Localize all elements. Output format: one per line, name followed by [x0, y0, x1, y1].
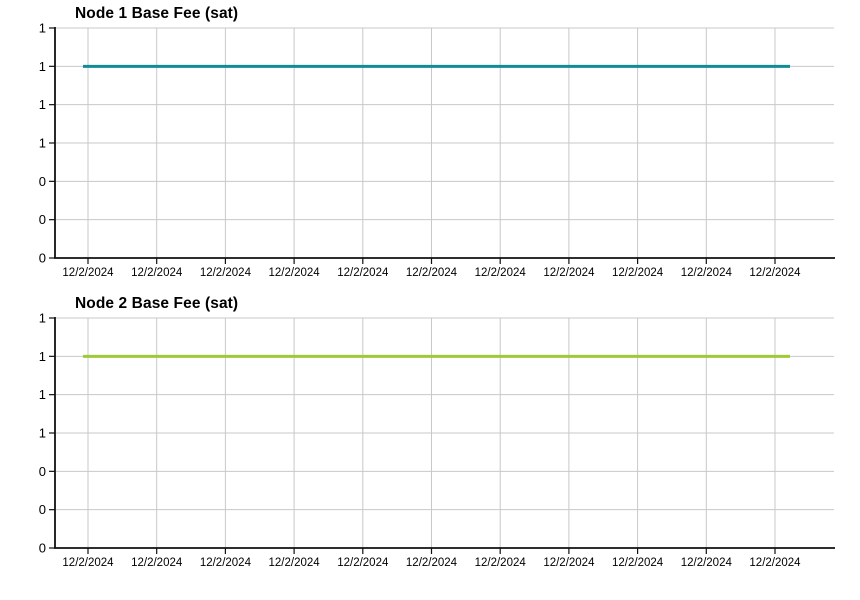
x-tick-label: 12/2/2024	[337, 557, 389, 569]
y-tick-label: 0	[39, 541, 46, 556]
node2-base-fee-plot: 1 1 1 1 0 0 0 12/2/2024 12/2/2024 12/2/2024 12/2/2…	[0, 290, 860, 580]
base-fee-report-page: Node 1 Base Fee (sat) 111100012/2/202412…	[0, 0, 860, 600]
y-tick-label: 1	[39, 21, 46, 36]
x-tick-label: 12/2/2024	[749, 557, 801, 569]
y-tick-label: 0	[39, 251, 46, 266]
x-tick-label: 12/2/2024	[62, 557, 114, 569]
x-tick-label: 12/2/2024	[131, 267, 183, 279]
y-tick-label: 1	[39, 311, 46, 326]
y-tick-label: 1	[39, 349, 46, 364]
x-tick-label: 12/2/2024	[337, 267, 389, 279]
x-tick-label: 12/2/2024	[62, 267, 114, 279]
x-tick-label: 12/2/2024	[269, 267, 321, 279]
x-tick-label: 12/2/2024	[681, 267, 733, 279]
x-tick-label: 12/2/2024	[543, 267, 595, 279]
y-tick-label: 0	[39, 212, 46, 227]
x-tick-label: 12/2/2024	[406, 267, 458, 279]
y-tick-label: 0	[39, 464, 46, 479]
x-tick-label: 12/2/2024	[269, 557, 321, 569]
y-tick-label: 1	[39, 59, 46, 74]
y-tick-label: 1	[39, 97, 46, 112]
y-tick-label: 0	[39, 502, 46, 517]
chart-node2-base-fee: Node 2 Base Fee (sat) 111100012/2/202412…	[0, 290, 860, 580]
y-tick-label: 0	[39, 174, 46, 189]
x-tick-label: 12/2/2024	[612, 267, 664, 279]
y-tick-label: 1	[39, 136, 46, 151]
x-tick-label: 12/2/2024	[406, 557, 458, 569]
x-tick-label: 12/2/2024	[200, 557, 252, 569]
y-tick-label: 1	[39, 426, 46, 441]
x-tick-label: 12/2/2024	[475, 267, 527, 279]
y-tick-label: 1	[39, 387, 46, 402]
x-tick-label: 12/2/2024	[131, 557, 183, 569]
chart-node1-base-fee: Node 1 Base Fee (sat) 111100012/2/202412…	[0, 0, 860, 290]
node1-base-fee-plot: 1 1 1 1 0 0 0 12/2/2024 12/2/2024 12/2/2024 12/2/2…	[0, 0, 860, 290]
x-tick-label: 12/2/2024	[612, 557, 664, 569]
x-tick-label: 12/2/2024	[200, 267, 252, 279]
x-tick-label: 12/2/2024	[681, 557, 733, 569]
x-tick-label: 12/2/2024	[749, 267, 801, 279]
x-tick-label: 12/2/2024	[475, 557, 527, 569]
x-tick-label: 12/2/2024	[543, 557, 595, 569]
